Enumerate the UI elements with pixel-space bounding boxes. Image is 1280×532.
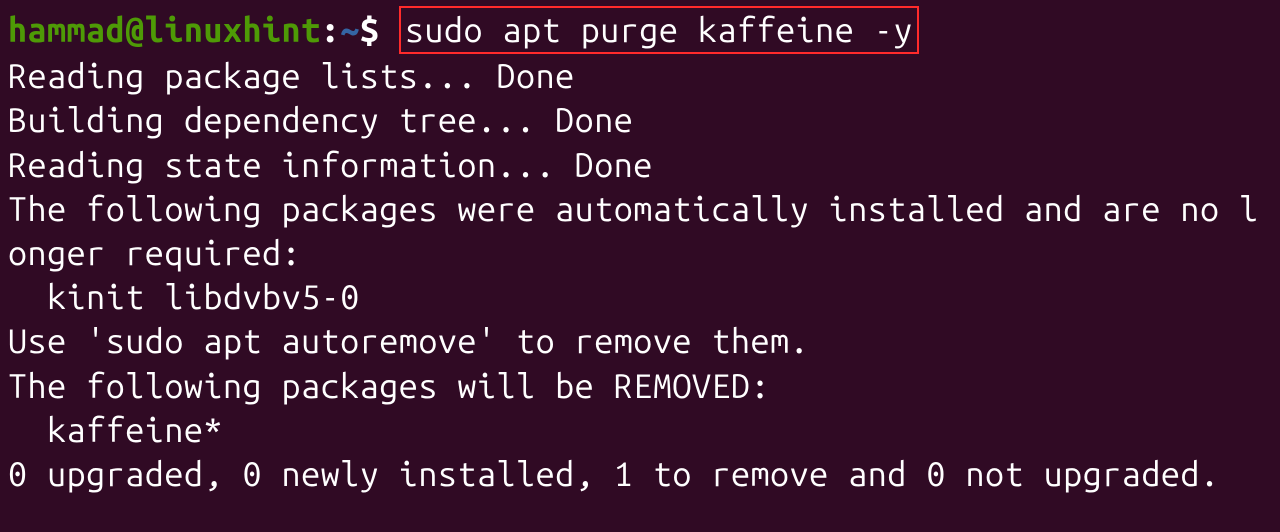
- output-line-6: Use 'sudo apt autoremove' to remove them…: [8, 319, 1272, 363]
- output-line-2: Building dependency tree... Done: [8, 98, 1272, 142]
- prompt-user-host: hammad@linuxhint: [8, 11, 321, 49]
- prompt-path: ~: [340, 11, 360, 49]
- output-line-8: kaffeine*: [8, 408, 1272, 452]
- output-line-4: The following packages were automaticall…: [8, 187, 1272, 275]
- output-line-5: kinit libdvbv5-0: [8, 275, 1272, 319]
- prompt-dollar: $: [360, 11, 380, 49]
- output-line-1: Reading package lists... Done: [8, 54, 1272, 98]
- output-line-9: 0 upgraded, 0 newly installed, 1 to remo…: [8, 452, 1272, 496]
- output-line-3: Reading state information... Done: [8, 143, 1272, 187]
- command-text: sudo apt purge kaffeine -y: [399, 6, 919, 54]
- prompt-line[interactable]: hammad@linuxhint:~$ sudo apt purge kaffe…: [8, 6, 1272, 54]
- prompt-colon: :: [321, 11, 341, 49]
- output-line-7: The following packages will be REMOVED:: [8, 364, 1272, 408]
